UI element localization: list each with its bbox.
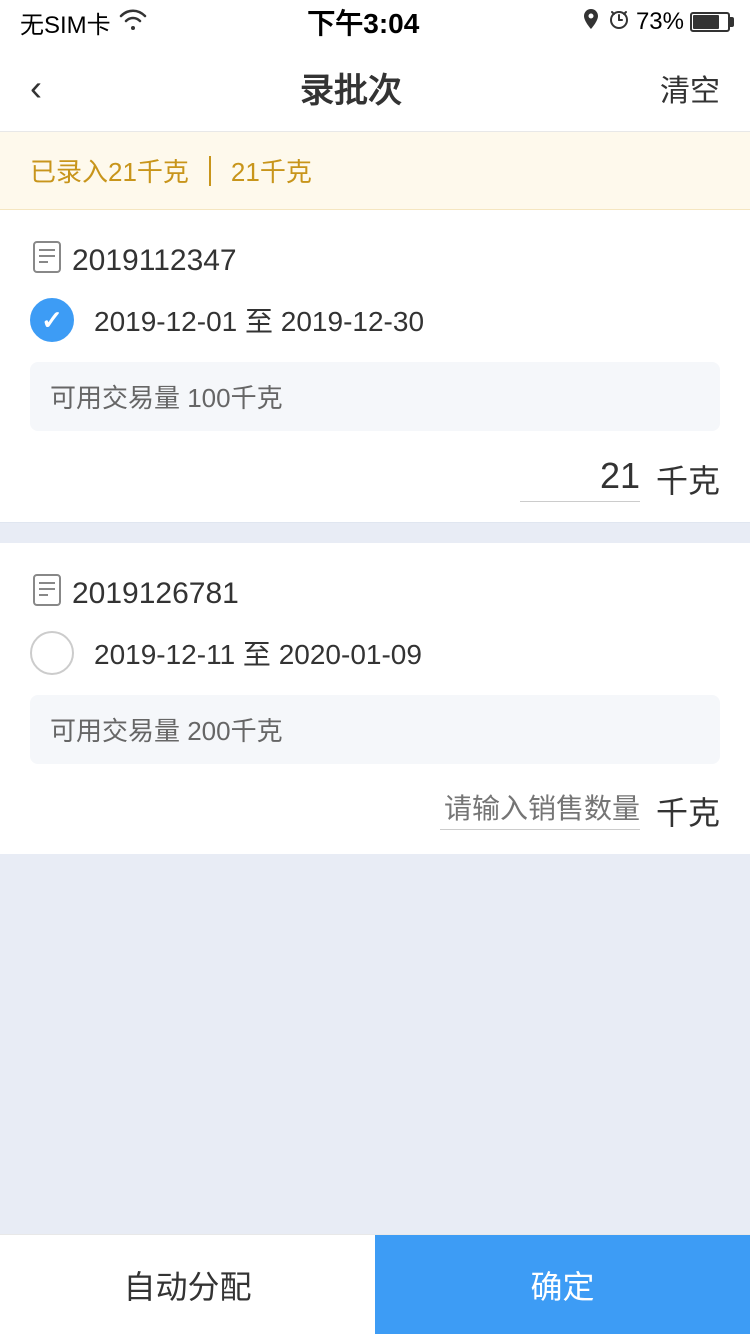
batch-doc-icon-1	[30, 240, 64, 282]
batch-item-2: 2019126781 2019-12-11 至 2020-01-09 可用交易量…	[0, 543, 750, 764]
alarm-icon	[608, 8, 630, 37]
batch-id-row-2: 2019126781	[30, 573, 720, 615]
auto-distribute-button[interactable]: 自动分配	[0, 1235, 375, 1334]
batch-id-2: 2019126781	[72, 577, 239, 611]
sim-text: 无SIM卡	[20, 5, 111, 40]
batch-available-1: 可用交易量 100千克	[30, 362, 720, 431]
batch-doc-icon-2	[30, 573, 64, 615]
bottom-bar: 自动分配 确定	[0, 1234, 750, 1334]
total-label: 21千克	[231, 152, 312, 189]
location-icon	[580, 8, 602, 37]
status-bar: 无SIM卡 下午3:04 73%	[0, 0, 750, 44]
batch-date-2: 2019-12-11 至 2020-01-09	[94, 633, 422, 673]
batch-available-2: 可用交易量 200千克	[30, 695, 720, 764]
status-right: 73%	[580, 8, 730, 37]
batch-date-row-1[interactable]: 2019-12-01 至 2019-12-30	[30, 298, 720, 342]
clear-button[interactable]: 清空	[660, 66, 720, 110]
battery-icon	[690, 12, 730, 32]
confirm-button[interactable]: 确定	[375, 1235, 750, 1334]
batch-date-row-2[interactable]: 2019-12-11 至 2020-01-09	[30, 631, 720, 675]
quantity-underline-1: 21	[520, 455, 640, 502]
status-left: 无SIM卡	[20, 5, 147, 40]
wifi-icon	[119, 8, 147, 37]
recorded-label: 已录入21千克	[30, 152, 189, 189]
batch-date-1: 2019-12-01 至 2019-12-30	[94, 300, 424, 340]
nav-bar: ‹ 录批次 清空	[0, 44, 750, 132]
radio-2[interactable]	[30, 631, 74, 675]
quantity-row-1: 21 千克	[0, 431, 750, 523]
input-underline-2	[440, 793, 640, 830]
info-banner: 已录入21千克 21千克	[0, 132, 750, 210]
info-divider	[209, 156, 211, 186]
status-time: 下午3:04	[307, 2, 419, 42]
quantity-unit-1: 千克	[656, 456, 720, 502]
page-title: 录批次	[300, 63, 402, 112]
batch-id-row-1: 2019112347	[30, 240, 720, 282]
back-button[interactable]: ‹	[30, 67, 42, 109]
battery-percent: 73%	[636, 8, 684, 36]
section-separator	[0, 523, 750, 543]
batch-id-1: 2019112347	[72, 244, 237, 278]
quantity-unit-2: 千克	[656, 788, 720, 834]
quantity-input-2[interactable]	[440, 793, 640, 825]
batch-item-1: 2019112347 2019-12-01 至 2019-12-30 可用交易量…	[0, 210, 750, 431]
radio-1[interactable]	[30, 298, 74, 342]
quantity-input-1[interactable]: 21	[520, 455, 640, 497]
input-row-2: 千克	[0, 764, 750, 854]
